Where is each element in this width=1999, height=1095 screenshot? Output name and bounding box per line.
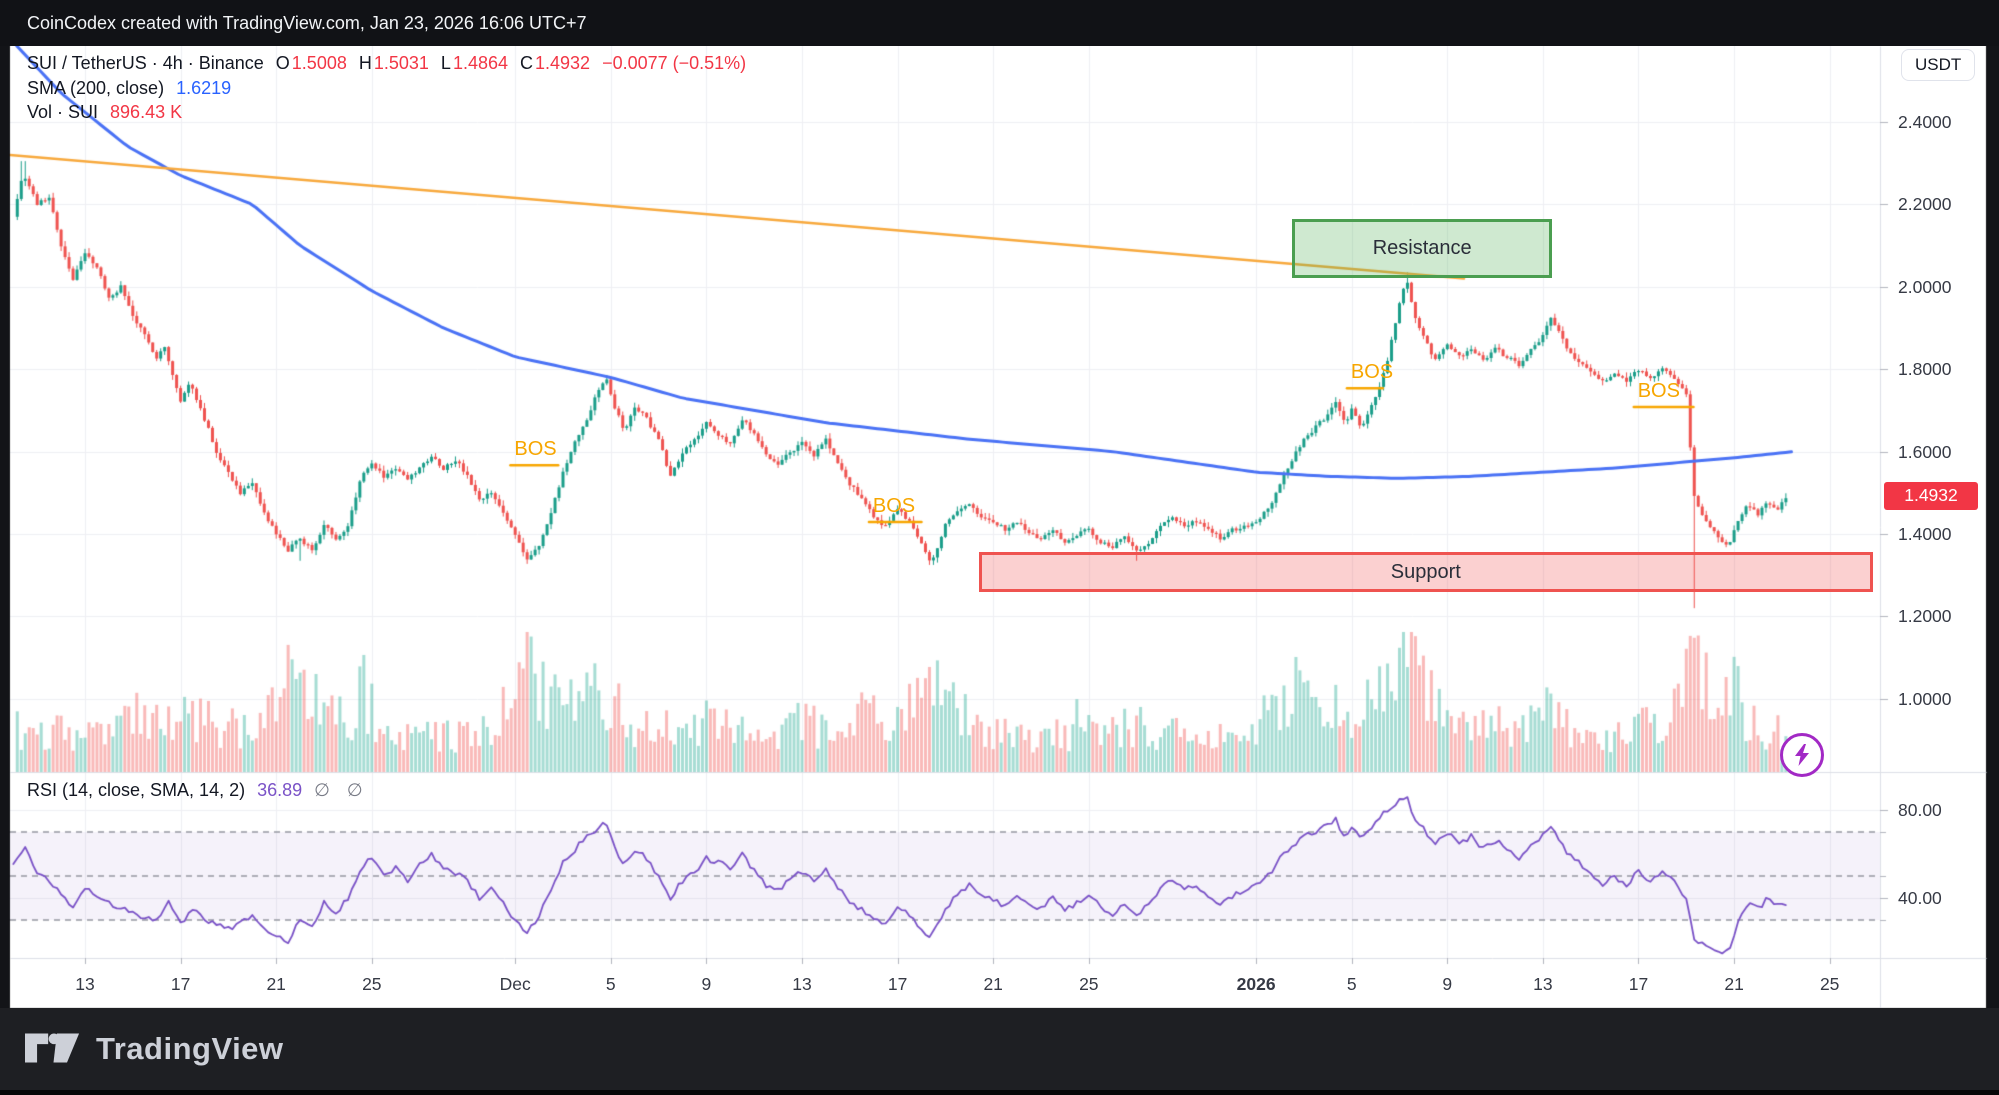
axis-tick-label: 21	[266, 974, 286, 994]
bos-label[interactable]: BOS	[514, 438, 556, 461]
axis-tick-label: 9	[1442, 974, 1453, 994]
resistance-zone[interactable]: Resistance	[1291, 218, 1553, 279]
tradingview-logo-icon[interactable]	[25, 1032, 81, 1066]
axis-tick-label: 1.8000	[1898, 359, 1952, 380]
axis-tick-label: Dec	[499, 974, 531, 994]
support-label: Support	[1390, 560, 1461, 583]
axis-tick-label: 13	[75, 974, 95, 994]
ohlc-pair: L 1.4864	[440, 53, 508, 73]
flash-button[interactable]	[1780, 733, 1824, 777]
volume-label: Vol · SUI	[27, 102, 99, 122]
axis-tick-label: 5	[605, 974, 616, 994]
volume-value: 896.43 K	[110, 102, 183, 122]
last-price-tag: 1.4932	[1884, 481, 1978, 510]
axis-tick-label: 17	[887, 974, 908, 994]
axis-tick-label: 2.0000	[1898, 276, 1952, 297]
chart-canvas[interactable]	[0, 0, 1999, 1095]
axis-tick-label: 17	[1628, 974, 1649, 994]
rsi-empty-icons: ∅ ∅	[314, 780, 369, 800]
sma-label: SMA (200, close)	[27, 78, 165, 98]
axis-tick-label: 25	[1079, 974, 1099, 994]
bottom-strip	[0, 1090, 1999, 1095]
axis-tick-label: 17	[170, 974, 191, 994]
rsi-legend-row: RSI (14, close, SMA, 14, 2) 36.89 ∅ ∅	[27, 780, 369, 801]
tradingview-brand-text[interactable]: TradingView	[96, 1031, 284, 1067]
volume-legend-row: Vol · SUI 896.43 K	[27, 102, 182, 123]
axis-tick-label: 25	[362, 974, 382, 994]
axis-tick-label: 2.2000	[1898, 194, 1952, 215]
change-value: −0.0077 (−0.51%)	[602, 53, 747, 73]
axis-tick-label: 2.4000	[1898, 112, 1952, 132]
resistance-label: Resistance	[1372, 236, 1472, 259]
axis-tick-label: 1.4000	[1898, 524, 1952, 544]
axis-tick-label: 21	[983, 974, 1003, 994]
watermark-text: CoinCodex created with TradingView.com, …	[27, 12, 587, 33]
axis-tick-label: 1.2000	[1898, 606, 1952, 627]
axis-tick-label: 2026	[1236, 974, 1276, 994]
support-zone[interactable]: Support	[978, 552, 1873, 593]
axis-tick-label: 40.00	[1898, 888, 1942, 908]
bos-label[interactable]: BOS	[873, 495, 915, 518]
axis-tick-label: 1.6000	[1898, 441, 1952, 462]
screenshot-root: CoinCodex created with TradingView.com, …	[0, 0, 1999, 1095]
axis-tick-label: 13	[1533, 974, 1553, 994]
footer-bar: TradingView	[0, 1008, 1999, 1090]
rsi-label: RSI (14, close, SMA, 14, 2)	[27, 780, 246, 800]
axis-tick-label: 21	[1724, 974, 1744, 994]
ohlc-pair: H 1.5031	[358, 53, 429, 73]
currency-button[interactable]: USDT	[1901, 49, 1976, 81]
ohlc-pair: C 1.4932	[520, 53, 591, 73]
sma-value: 1.6219	[176, 78, 232, 98]
axis-tick-label: 1.0000	[1898, 688, 1952, 709]
symbol-title: SUI / TetherUS · 4h · Binance	[27, 53, 264, 73]
bos-label[interactable]: BOS	[1351, 361, 1393, 384]
axis-tick-label: 13	[792, 974, 812, 994]
lightning-icon	[1795, 744, 1809, 766]
symbol-legend-row: SUI / TetherUS · 4h · Binance O 1.5008 H 1.…	[27, 53, 746, 74]
bos-label[interactable]: BOS	[1638, 380, 1680, 403]
watermark-bar: CoinCodex created with TradingView.com, …	[0, 0, 1999, 46]
axis-tick-label: 25	[1819, 974, 1840, 994]
sma-legend-row: SMA (200, close) 1.6219	[27, 78, 231, 99]
rsi-value: 36.89	[257, 780, 303, 800]
ohlc-values: O 1.5008 H 1.5031 L 1.4864 C 1.4932	[276, 53, 590, 74]
axis-tick-label: 9	[701, 974, 712, 994]
ohlc-pair: O 1.5008	[275, 53, 347, 73]
axis-tick-label: 5	[1346, 974, 1357, 994]
axis-tick-label: 80.00	[1898, 800, 1942, 820]
